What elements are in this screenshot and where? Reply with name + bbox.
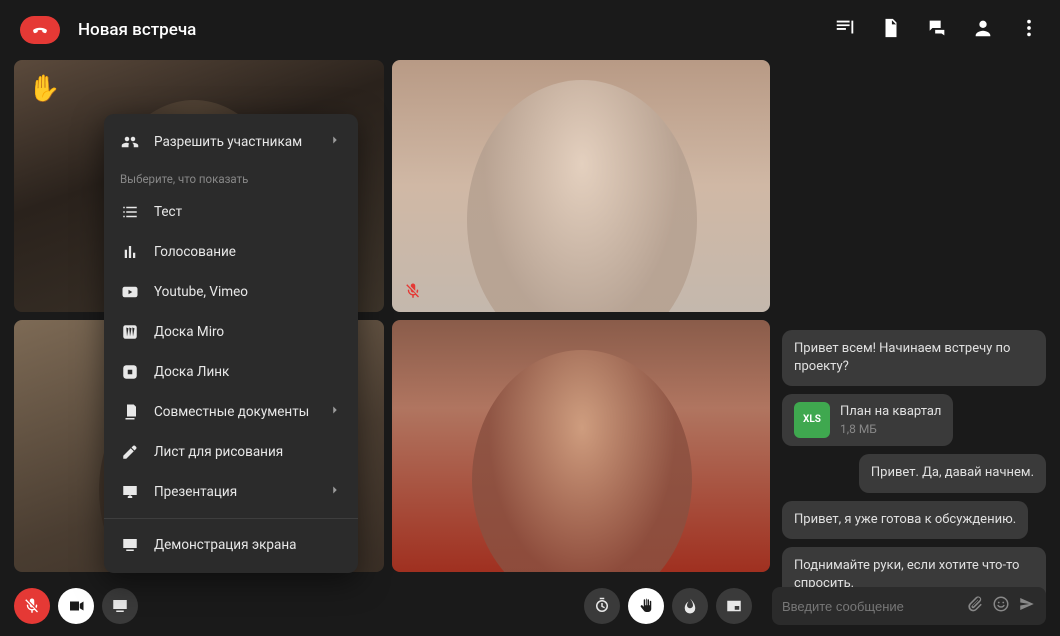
paperclip-icon <box>966 595 984 613</box>
chat-message: Привет всем! Начинаем встречу по проекту… <box>782 330 1046 386</box>
menu-item-label: Демонстрация экрана <box>154 537 296 553</box>
menu-section-label: Выберите, что показать <box>104 162 358 192</box>
list-icon <box>120 202 140 222</box>
menu-item-youtube[interactable]: Youtube, Vimeo <box>104 272 358 312</box>
people-icon <box>120 132 140 152</box>
hangup-button[interactable] <box>20 16 60 44</box>
documents-icon <box>120 402 140 422</box>
menu-item-poll[interactable]: Голосование <box>104 232 358 272</box>
allow-participants-item[interactable]: Разрешить участникам <box>104 122 358 162</box>
link-board-icon <box>120 362 140 382</box>
poll-icon <box>120 242 140 262</box>
menu-item-label: Доска Miro <box>154 324 224 340</box>
screen-icon <box>120 535 140 555</box>
menu-item-drawing[interactable]: Лист для рисования <box>104 432 358 472</box>
menu-item-label: Тест <box>154 204 182 220</box>
raised-hand-icon: ✋ <box>28 74 60 104</box>
hand-icon <box>637 597 655 615</box>
notes-icon[interactable] <box>834 17 856 43</box>
share-menu: Разрешить участникам Выберите, что показ… <box>104 114 358 573</box>
chevron-right-icon <box>328 403 342 421</box>
document-icon[interactable] <box>880 17 902 43</box>
menu-divider <box>104 518 358 519</box>
timer-button[interactable] <box>584 588 620 624</box>
top-bar: Новая встреча <box>0 0 1060 60</box>
meeting-title: Новая встреча <box>78 20 196 40</box>
smile-icon <box>992 595 1010 613</box>
share-button[interactable] <box>102 588 138 624</box>
menu-item-label: Совместные документы <box>154 404 309 420</box>
menu-item-presentation[interactable]: Презентация <box>104 472 358 512</box>
miro-icon <box>120 322 140 342</box>
chevron-right-icon <box>328 483 342 501</box>
menu-item-miro[interactable]: Доска Miro <box>104 312 358 352</box>
message-input-container <box>772 587 1046 625</box>
attach-button[interactable] <box>966 595 984 617</box>
participant-tile[interactable] <box>392 320 770 572</box>
menu-item-label: Доска Линк <box>154 364 229 380</box>
bottom-bar <box>0 576 1060 636</box>
camera-toggle-button[interactable] <box>58 588 94 624</box>
presentation-icon <box>120 482 140 502</box>
fire-icon <box>681 597 699 615</box>
menu-item-label: Презентация <box>154 484 237 500</box>
menu-item-test[interactable]: Тест <box>104 192 358 232</box>
video-play-icon <box>120 282 140 302</box>
file-name: План на квартал <box>840 403 941 421</box>
mic-muted-icon <box>404 282 422 300</box>
chat-icon[interactable] <box>926 17 948 43</box>
bottom-center-controls <box>584 588 752 624</box>
menu-item-label: Разрешить участникам <box>154 134 302 150</box>
file-meta: План на квартал 1,8 МБ <box>840 403 941 438</box>
menu-item-label: Голосование <box>154 244 236 260</box>
raise-hand-button[interactable] <box>628 588 664 624</box>
send-icon <box>1018 595 1036 613</box>
send-button[interactable] <box>1018 595 1036 617</box>
reactions-button[interactable] <box>672 588 708 624</box>
pip-button[interactable] <box>716 588 752 624</box>
pip-icon <box>725 597 743 615</box>
phone-hangup-icon <box>31 21 49 39</box>
pencil-icon <box>120 442 140 462</box>
menu-item-screenshare[interactable]: Демонстрация экрана <box>104 525 358 565</box>
chat-message: Привет, я уже готова к обсуждению. <box>782 501 1028 539</box>
mic-off-icon <box>23 597 41 615</box>
mic-toggle-button[interactable] <box>14 588 50 624</box>
emoji-button[interactable] <box>992 595 1010 617</box>
more-icon[interactable] <box>1018 17 1040 43</box>
chat-message: Привет. Да, давай начнем. <box>859 454 1046 492</box>
menu-item-label: Youtube, Vimeo <box>154 284 248 300</box>
timer-icon <box>593 597 611 615</box>
participant-avatar <box>472 350 692 572</box>
message-input[interactable] <box>782 599 958 614</box>
chat-panel: Привет всем! Начинаем встречу по проекту… <box>782 330 1046 603</box>
chat-file-message[interactable]: XLS План на квартал 1,8 МБ <box>782 394 953 446</box>
person-icon[interactable] <box>972 17 994 43</box>
file-size: 1,8 МБ <box>840 421 941 438</box>
camera-icon <box>67 597 85 615</box>
file-type-badge: XLS <box>794 402 830 438</box>
participant-avatar <box>467 80 697 312</box>
participant-tile[interactable] <box>392 60 770 312</box>
menu-item-label: Лист для рисования <box>154 444 283 460</box>
menu-item-link-board[interactable]: Доска Линк <box>104 352 358 392</box>
chevron-right-icon <box>328 133 342 151</box>
menu-item-collab-docs[interactable]: Совместные документы <box>104 392 358 432</box>
top-bar-actions <box>834 17 1040 43</box>
screen-icon <box>111 597 129 615</box>
